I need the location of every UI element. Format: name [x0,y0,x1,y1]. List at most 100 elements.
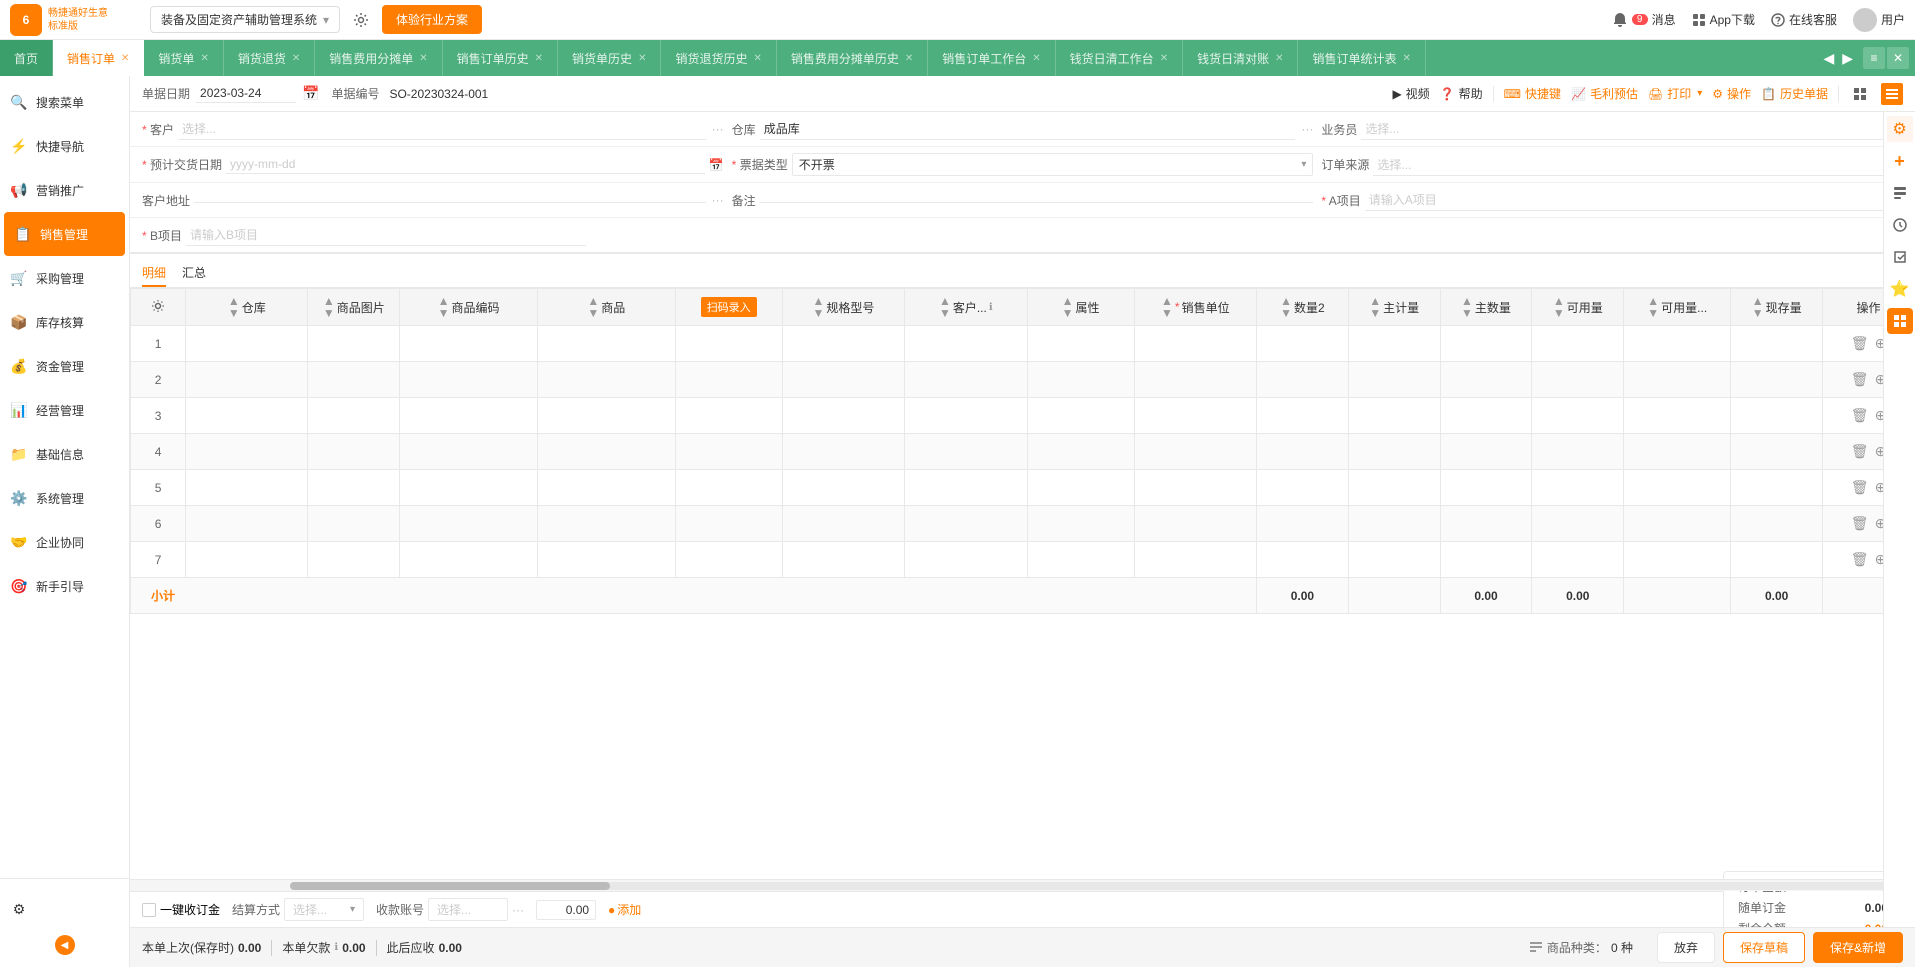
main-qty-sort-icon[interactable]: ▲▼ [1461,295,1473,319]
account-select[interactable]: 选择... [428,898,508,921]
settings-button[interactable] [346,5,376,35]
sidebar-item-system[interactable]: ⚙️ 系统管理 [0,476,129,520]
sidebar-item-corp[interactable]: 🤝 企业协同 [0,520,129,564]
table-container[interactable]: ▲▼ 仓库 ▲▼ 商品图片 [130,288,1915,879]
sidebar-item-basic[interactable]: 📁 基础信息 [0,432,129,476]
attr-sort-icon[interactable]: ▲▼ [1062,295,1074,319]
sidebar-item-search[interactable]: 🔍 搜索菜单 [0,80,129,124]
nav-tab-return-history[interactable]: 销货退货历史 ✕ [661,40,776,76]
view-grid-btn[interactable] [1849,83,1871,105]
right-add-icon[interactable]: + [1887,148,1913,174]
qty2-sort-icon[interactable]: ▲▼ [1280,295,1292,319]
address-input[interactable] [194,198,706,203]
toolbar-profit[interactable]: 📈 毛利预估 [1571,85,1638,102]
nav-tab-workbench[interactable]: 销售订单工作台 ✕ [928,40,1055,76]
nav-tab-expense-split-close[interactable]: ✕ [419,53,427,64]
product-sort-icon[interactable]: ▲▼ [587,295,599,319]
b-project-input[interactable]: 请输入B项目 [186,224,586,246]
delivery-calendar-icon[interactable]: 📅 [709,158,724,172]
toolbar-video[interactable]: ▶ 视频 [1392,85,1429,102]
tab-detail[interactable]: 明细 [142,260,166,287]
unit-sort-icon[interactable]: ▲▼ [1161,295,1173,319]
view-list-btn[interactable] [1881,83,1903,105]
avail2-sort-icon[interactable]: ▲▼ [1647,295,1659,319]
toolbar-help[interactable]: ❓ 帮助 [1440,85,1483,102]
nav-tab-order-history-close[interactable]: ✕ [535,53,543,64]
delete-row-2-icon[interactable]: 🗑 [1851,371,1869,388]
nav-tab-sales-return[interactable]: 销货退货 ✕ [224,40,315,76]
delete-row-5-icon[interactable]: 🗑 [1851,479,1869,496]
warehouse-more-icon[interactable]: ··· [1301,122,1313,136]
user-item[interactable]: 用户 [1853,8,1905,32]
nav-tab-expense-split[interactable]: 销售费用分摊单 ✕ [315,40,442,76]
spec-sort-icon[interactable]: ▲▼ [812,295,824,319]
nav-tab-receipt-history[interactable]: 销货单历史 ✕ [558,40,661,76]
nav-tab-return-history-close[interactable]: ✕ [753,53,761,64]
right-icon3[interactable] [1887,244,1913,270]
nav-tab-home[interactable]: 首页 [0,40,53,76]
nav-tab-reconcile-close[interactable]: ✕ [1275,53,1283,64]
right-icon4[interactable]: ⭐ [1887,276,1913,302]
payment-method-select[interactable]: 选择... ▾ [284,898,364,921]
warehouse-sort-icon[interactable]: ▲▼ [228,295,240,319]
cust-info-icon[interactable]: ℹ [989,302,993,313]
customer-more-icon[interactable]: ··· [712,122,724,136]
table-scrollbar[interactable] [130,879,1915,891]
right-icon5[interactable] [1887,308,1913,334]
one-click-checkbox[interactable]: 一键收订金 [142,901,220,918]
sidebar-item-finance[interactable]: 💰 资金管理 [0,344,129,388]
sidebar-item-marketing[interactable]: 📢 营销推广 [0,168,129,212]
code-sort-icon[interactable]: ▲▼ [438,295,450,319]
cust-sort-icon[interactable]: ▲▼ [939,295,951,319]
save-new-button[interactable]: 保存&新增 [1813,932,1903,963]
nav-tab-daily-work-close[interactable]: ✕ [1160,53,1168,64]
sidebar-settings-btn[interactable]: ⚙ [0,887,129,931]
order-source-input[interactable]: 选择... [1373,154,1903,176]
image-sort-icon[interactable]: ▲▼ [323,295,335,319]
tab-summary[interactable]: 汇总 [182,260,206,287]
delete-row-4-icon[interactable]: 🗑 [1851,443,1869,460]
main-unit-sort-icon[interactable]: ▲▼ [1369,295,1381,319]
sidebar-item-sales[interactable]: 📋 销售管理 [4,212,125,256]
toolbar-history[interactable]: 📋 历史单据 [1761,85,1828,102]
toolbar-print[interactable]: 🖨 打印 ▾ [1648,85,1702,102]
delete-row-6-icon[interactable]: 🗑 [1851,515,1869,532]
nav-tab-expense-history-close[interactable]: ✕ [905,53,913,64]
nav-tab-receipt-history-close[interactable]: ✕ [638,53,646,64]
app-download-item[interactable]: App下载 [1692,11,1755,28]
notification-item[interactable]: 9 消息 [1612,11,1676,28]
nav-tab-sales-order[interactable]: 销售订单 ✕ [53,40,144,76]
remark-input[interactable] [760,198,1314,203]
nav-tab-sales-receipt-close[interactable]: ✕ [200,53,208,64]
address-more-icon[interactable]: ··· [712,193,724,207]
nav-next-btn[interactable]: ▶ [1838,50,1857,67]
doc-date-value[interactable]: 2023-03-24 [196,84,296,103]
delivery-input[interactable]: yyyy-mm-dd [226,155,705,174]
right-icon1[interactable] [1887,180,1913,206]
amount-input[interactable] [536,900,596,920]
nav-tab-daily-work[interactable]: 钱货日清工作台 ✕ [1056,40,1183,76]
print-arrow-icon[interactable]: ▾ [1697,88,1702,99]
nav-close-all-btn[interactable]: ✕ [1887,47,1909,69]
sidebar-collapse-btn[interactable]: ◀ [55,935,75,955]
calendar-icon[interactable]: 📅 [302,85,319,102]
sidebar-item-guide[interactable]: 🎯 新手引导 [0,564,129,608]
sidebar-item-nav[interactable]: ⚡ 快捷导航 [0,124,129,168]
staff-input[interactable]: 选择... [1361,118,1903,140]
sidebar-item-operations[interactable]: 📊 经营管理 [0,388,129,432]
delete-row-1-icon[interactable]: 🗑 [1851,335,1869,352]
a-project-input[interactable]: 请输入A项目 [1365,189,1903,211]
invoice-select[interactable]: 不开票 ▾ [792,153,1314,176]
discard-button[interactable]: 放弃 [1657,932,1715,963]
save-draft-button[interactable]: 保存草稿 [1723,932,1805,963]
th-settings[interactable] [131,289,186,326]
warehouse-value[interactable]: 成品库 [760,118,1296,140]
one-click-check-icon[interactable] [142,903,156,917]
avail-sort-icon[interactable]: ▲▼ [1553,295,1565,319]
delete-row-3-icon[interactable]: 🗑 [1851,407,1869,424]
right-icon2[interactable] [1887,212,1913,238]
customer-input[interactable]: 选择... [178,118,706,140]
toolbar-shortcut[interactable]: ⌨ 快捷键 [1504,85,1561,102]
scrollbar-thumb[interactable] [290,882,610,890]
industry-button[interactable]: 体验行业方案 [382,5,482,34]
